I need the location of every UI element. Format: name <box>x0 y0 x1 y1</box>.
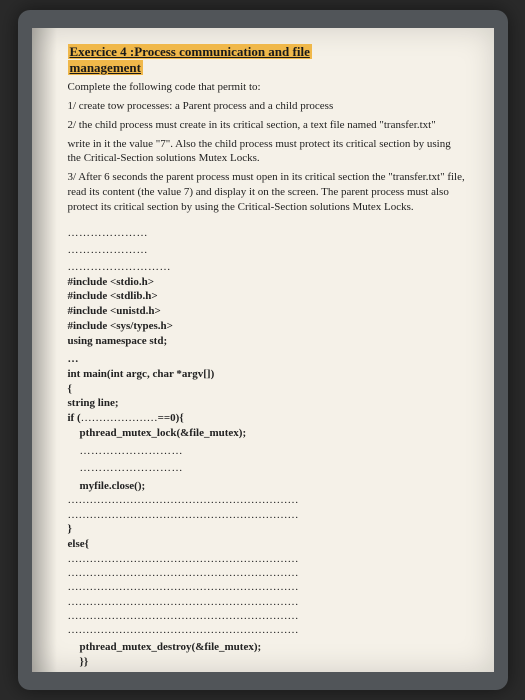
blank-line: ……………………………………………………… <box>68 493 466 507</box>
brace-open: { <box>68 382 466 397</box>
blank-line: ……………………………………………………… <box>68 595 466 609</box>
blank-line: ……………………………………………………… <box>68 566 466 580</box>
point2b: write in it the value "7". Also the chil… <box>68 137 466 167</box>
mutex-destroy: pthread_mutex_destroy(&file_mutex); <box>68 640 466 655</box>
title-line1: Exercice 4 :Process communication and fi… <box>68 44 312 59</box>
string-line: string line; <box>68 396 466 411</box>
point2a: 2/ the child process must create in its … <box>68 118 466 133</box>
ellipsis: … <box>68 352 466 367</box>
point3: 3/ After 6 seconds the parent process mu… <box>68 170 466 215</box>
exercise-title-cont: management <box>68 60 466 76</box>
mutex-lock: pthread_mutex_lock(&file_mutex); <box>68 426 466 441</box>
if-cond: ==0){ <box>158 412 184 424</box>
blank-line: ……………………………………………………… <box>68 623 466 637</box>
blank-line: ……………………… <box>68 260 466 274</box>
blank-line: ……………………………………………………… <box>68 580 466 594</box>
include-stdio: #include <stdio.h> <box>68 275 466 290</box>
if-keyword: if ( <box>68 412 81 424</box>
if-blank: ………………… <box>81 412 158 424</box>
point1: 1/ create tow processes: a Parent proces… <box>68 99 466 114</box>
blank-line: ………………… <box>68 243 466 257</box>
include-stdlib: #include <stdlib.h> <box>68 289 466 304</box>
intro-text: Complete the following code that permit … <box>68 80 466 95</box>
end-braces: }} <box>68 655 466 670</box>
include-systypes: #include <sys/types.h> <box>68 319 466 334</box>
close-brace: } <box>68 522 466 537</box>
myfile-close: myfile.close(); <box>68 479 466 494</box>
document-page: Exercice 4 :Process communication and fi… <box>32 28 494 672</box>
blank-line: ……………………… <box>68 444 466 458</box>
blank-line: ………………… <box>68 226 466 240</box>
include-unistd: #include <unistd.h> <box>68 304 466 319</box>
if-line: if (…………………==0){ <box>68 411 466 426</box>
device-frame: Exercice 4 :Process communication and fi… <box>18 10 508 690</box>
blank-line: ……………………………………………………… <box>68 609 466 623</box>
title-line2: management <box>68 60 144 75</box>
exercise-title: Exercice 4 :Process communication and fi… <box>68 44 466 60</box>
blank-line: ……………………… <box>68 461 466 475</box>
using-namespace: using namespace std; <box>68 334 466 349</box>
blank-line: ……………………………………………………… <box>68 552 466 566</box>
main-sig: int main(int argc, char *argv[]) <box>68 367 466 382</box>
else-keyword: else{ <box>68 537 466 552</box>
blank-line: ……………………………………………………… <box>68 508 466 522</box>
